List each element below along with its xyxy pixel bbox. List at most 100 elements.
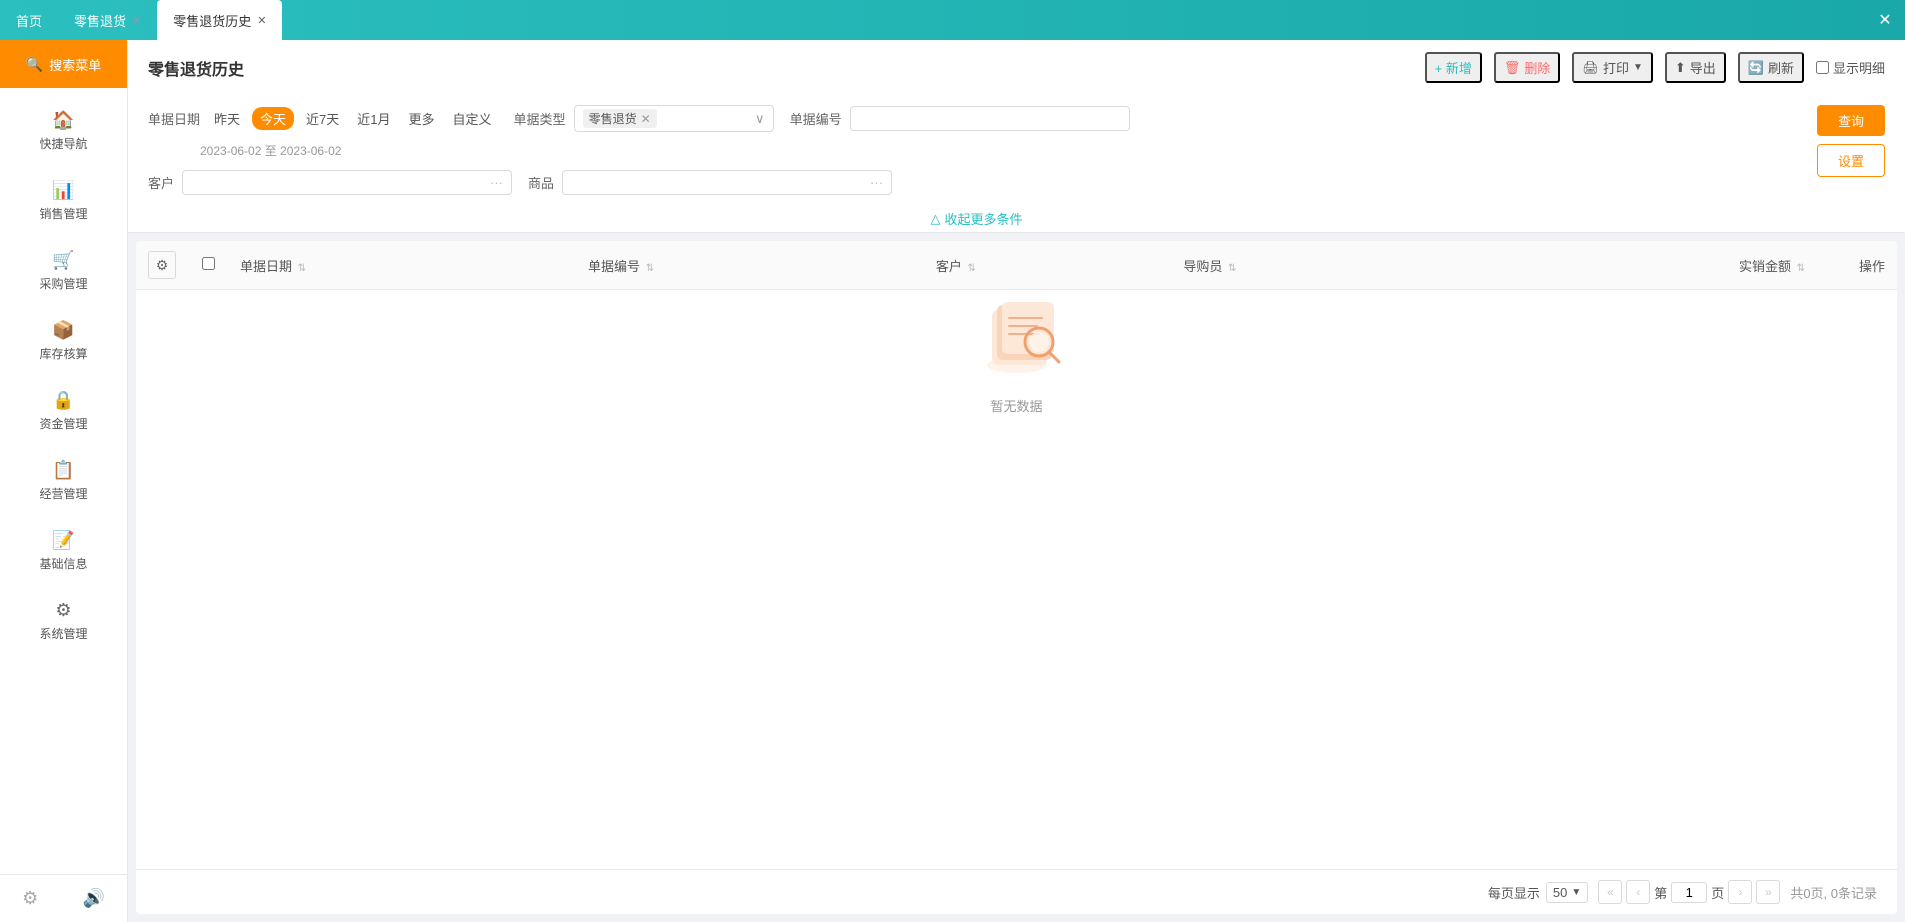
- chevron-up-icon: △: [930, 211, 940, 227]
- doc-type-select[interactable]: 零售退货 ✕ ∨: [574, 105, 774, 132]
- sidebar-items: 🏠 快捷导航 📊 销售管理 🛒 采购管理 📦 库存核算 🔒 资金管理 📋: [0, 88, 127, 874]
- sidebar-item-quick-nav[interactable]: 🏠 快捷导航: [0, 96, 127, 166]
- date-opt-last7[interactable]: 近7天: [300, 107, 345, 130]
- sidebar-search[interactable]: 🔍 搜索菜单: [0, 40, 127, 88]
- filter-settings-button[interactable]: 设置: [1817, 144, 1885, 177]
- main-layout: 🔍 搜索菜单 🏠 快捷导航 📊 销售管理 🛒 采购管理 📦 库存核算 🔒: [0, 40, 1905, 922]
- box-icon: 📦: [52, 320, 74, 341]
- window-close-button[interactable]: ✕: [1865, 0, 1905, 40]
- column-settings-button[interactable]: ⚙: [148, 251, 176, 279]
- doc-number-input[interactable]: [850, 106, 1130, 131]
- sidebar-item-purchase-mgmt[interactable]: 🛒 采购管理: [0, 236, 127, 306]
- page-size-select: 每页显示 50 ▼: [1488, 882, 1588, 903]
- page-last-button[interactable]: »: [1756, 880, 1780, 904]
- settings-bottom-icon[interactable]: ⚙: [22, 888, 38, 909]
- date-opt-more[interactable]: 更多: [403, 107, 441, 130]
- sidebar-item-basic-info[interactable]: 📝 基础信息: [0, 516, 127, 586]
- doc-type-tag-close[interactable]: ✕: [641, 112, 651, 126]
- tab-home-label: 首页: [16, 11, 42, 30]
- sort-icon-doc-number: ⇅: [646, 263, 654, 274]
- th-amount[interactable]: 实销金额 ⇅: [1469, 241, 1817, 290]
- page-size-dropdown[interactable]: 50 ▼: [1546, 882, 1588, 903]
- pagination-bar: 每页显示 50 ▼ « ‹ 第 页 › » 共0页, 0条记录: [136, 869, 1897, 914]
- page-next-button[interactable]: ›: [1728, 880, 1752, 904]
- select-all-checkbox[interactable]: [202, 257, 215, 270]
- customer-placeholder: ···: [490, 175, 503, 190]
- filter-goods-label: 商品: [528, 173, 554, 192]
- delete-icon: 🗑: [1504, 60, 1521, 76]
- page-header-top: 零售退货历史 + 新增 🗑 删除 🖨 打印 ▼ ⬆: [148, 52, 1885, 83]
- cart-icon: 🛒: [52, 250, 74, 271]
- sidebar-item-finance-label: 资金管理: [39, 415, 87, 432]
- sort-icon-amount: ⇅: [1797, 263, 1805, 274]
- goods-input[interactable]: ···: [562, 170, 892, 195]
- header-actions: + 新增 🗑 删除 🖨 打印 ▼ ⬆ 导出: [1425, 52, 1885, 83]
- doc-type-chevron-icon: ∨: [755, 111, 765, 127]
- filter-doc-type-label: 单据类型: [514, 109, 566, 128]
- tab-retail-return-history[interactable]: 零售退货历史 ✕: [157, 0, 282, 40]
- filter-section: 单据日期 昨天 今天 近7天 近1月 更多 自定义: [148, 95, 1885, 232]
- th-guide-label: 导购员: [1183, 259, 1222, 274]
- empty-text: 暂无数据: [990, 396, 1042, 415]
- sidebar-item-system-label: 系统管理: [39, 625, 87, 642]
- sidebar-bottom: ⚙ 🔊: [0, 874, 127, 922]
- add-button[interactable]: + 新增: [1425, 52, 1482, 83]
- export-button[interactable]: ⬆ 导出: [1665, 52, 1726, 83]
- empty-illustration: [967, 290, 1067, 380]
- date-opt-last-month[interactable]: 近1月: [351, 107, 396, 130]
- date-range-display: 2023-06-02 至 2023-06-02: [200, 142, 1805, 160]
- doc-type-tag: 零售退货 ✕: [583, 109, 657, 128]
- pagination-nav: « ‹ 第 页 › »: [1598, 880, 1780, 904]
- date-opt-custom[interactable]: 自定义: [447, 107, 498, 130]
- sidebar-item-system-mgmt[interactable]: ⚙ 系统管理: [0, 586, 127, 656]
- sidebar-item-basic-label: 基础信息: [39, 555, 87, 572]
- data-table: ⚙ 单据日期 ⇅ 单据编号 ⇅: [136, 241, 1897, 290]
- sort-icon-customer: ⇅: [968, 263, 976, 274]
- tab-retail-return[interactable]: 零售退货 ✕: [58, 0, 157, 40]
- th-doc-date[interactable]: 单据日期 ⇅: [228, 241, 576, 290]
- export-button-label: 导出: [1690, 58, 1716, 77]
- sidebar-search-label: 搜索菜单: [49, 55, 101, 74]
- content-area: 零售退货历史 + 新增 🗑 删除 🖨 打印 ▼ ⬆: [128, 40, 1905, 922]
- show-detail-checkbox-label[interactable]: 显示明细: [1816, 58, 1885, 77]
- tab-retail-return-close[interactable]: ✕: [132, 14, 141, 27]
- tab-retail-return-history-close[interactable]: ✕: [257, 14, 266, 27]
- delete-button[interactable]: 🗑 删除: [1494, 52, 1561, 83]
- date-range-text: 2023-06-02 至 2023-06-02: [200, 144, 341, 158]
- sidebar-item-business-mgmt[interactable]: 📋 经营管理: [0, 446, 127, 516]
- customer-input[interactable]: ···: [182, 170, 512, 195]
- tab-home[interactable]: 首页: [0, 0, 58, 40]
- print-button[interactable]: 🖨 打印 ▼: [1572, 52, 1652, 83]
- volume-icon[interactable]: 🔊: [82, 888, 104, 909]
- date-opt-yesterday[interactable]: 昨天: [208, 107, 246, 130]
- th-doc-number[interactable]: 单据编号 ⇅: [576, 241, 924, 290]
- export-icon: ⬆: [1675, 60, 1686, 76]
- sidebar: 🔍 搜索菜单 🏠 快捷导航 📊 销售管理 🛒 采购管理 📦 库存核算 🔒: [0, 40, 128, 922]
- refresh-button[interactable]: 🔄 刷新: [1738, 52, 1804, 83]
- collapse-bar[interactable]: △ 收起更多条件: [148, 205, 1805, 232]
- search-icon: 🔍: [26, 56, 43, 73]
- sidebar-item-finance-mgmt[interactable]: 🔒 资金管理: [0, 376, 127, 446]
- show-detail-checkbox[interactable]: [1816, 61, 1829, 74]
- th-checkbox: [188, 241, 228, 290]
- gear-icon: ⚙: [55, 600, 71, 621]
- sidebar-item-sales-mgmt[interactable]: 📊 销售管理: [0, 166, 127, 236]
- print-button-label: 打印: [1603, 58, 1629, 77]
- sidebar-item-inventory[interactable]: 📦 库存核算: [0, 306, 127, 376]
- date-opt-today[interactable]: 今天: [252, 107, 294, 130]
- th-guide[interactable]: 导购员 ⇅: [1171, 241, 1469, 290]
- th-actions-label: 操作: [1859, 259, 1885, 274]
- page-number-input[interactable]: [1671, 882, 1707, 903]
- filter-customer-label: 客户: [148, 173, 174, 192]
- th-customer[interactable]: 客户 ⇅: [924, 241, 1171, 290]
- th-actions: 操作: [1817, 241, 1897, 290]
- doc-icon: 📝: [52, 530, 74, 551]
- query-button[interactable]: 查询: [1817, 105, 1885, 136]
- topbar-tabs: 首页 零售退货 ✕ 零售退货历史 ✕: [0, 0, 1865, 40]
- page-first-button[interactable]: «: [1598, 880, 1622, 904]
- show-detail-label: 显示明细: [1833, 58, 1885, 77]
- filter-doc-type: 单据类型 零售退货 ✕ ∨: [514, 105, 774, 132]
- sort-icon-guide: ⇅: [1228, 263, 1236, 274]
- th-doc-date-label: 单据日期: [240, 259, 292, 274]
- page-prev-button[interactable]: ‹: [1626, 880, 1650, 904]
